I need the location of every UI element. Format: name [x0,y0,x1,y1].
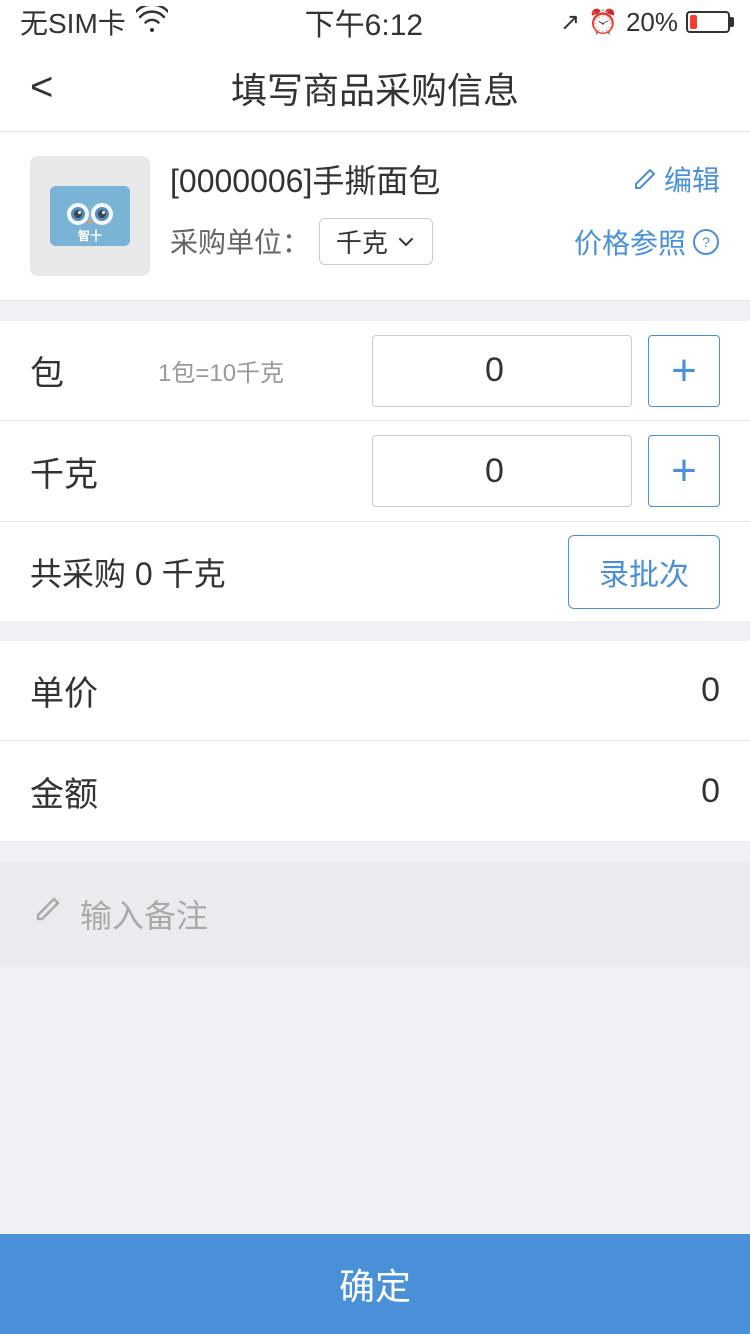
price-ref-link[interactable]: 价格参照 ? [574,222,720,262]
unit-price-value: 0 [701,671,720,710]
bag-plus-icon: + [671,346,697,396]
nav-bar: < 填写商品采购信息 [0,44,750,132]
pencil-icon [30,893,64,936]
bag-input-wrap: + [284,335,720,407]
kg-label: 千克 [30,447,150,496]
notes-section[interactable]: 输入备注 [0,861,750,967]
location-icon: ↗ [560,8,580,37]
carrier-label: 无SIM卡 [20,2,126,42]
unit-value: 千克 [336,223,388,260]
status-time: 下午6:12 [305,0,423,44]
status-right: ↗ ⏰ 20% [560,7,730,38]
back-button[interactable]: < [30,65,53,110]
product-logo: 智十 [50,186,130,246]
bag-input-row: 包 1包=10千克 + [0,321,750,421]
page-title: 填写商品采购信息 [231,62,519,114]
kg-input-row: 千克 + [0,421,750,521]
amount-label: 金额 [30,767,98,816]
total-row: 共采购 0 千克 录批次 [0,521,750,621]
product-name-row: [0000006]手撕面包 编辑 [170,156,720,202]
price-section: 单价 0 金额 0 [0,641,750,841]
notes-placeholder: 输入备注 [80,891,208,937]
unit-row-left: 采购单位： 千克 [170,218,433,265]
batch-button[interactable]: 录批次 [568,535,720,609]
kg-plus-icon: + [671,446,697,496]
product-card: 智十 [0000006]手撕面包 编辑 采购单位： 千克 [0,132,750,301]
battery-tip [730,17,734,27]
kg-input-wrap: + [150,435,720,507]
input-section: 包 1包=10千克 + 千克 + [0,321,750,521]
status-bar: 无SIM卡 下午6:12 ↗ ⏰ 20% [0,0,750,44]
bag-label: 包 [30,346,150,395]
product-info: [0000006]手撕面包 编辑 采购单位： 千克 价格参照 [170,156,720,265]
edit-link[interactable]: 编辑 [632,159,720,199]
battery-percent: 20% [626,7,678,38]
kg-plus-button[interactable]: + [648,435,720,507]
unit-price-label: 单价 [30,666,98,715]
total-text: 共采购 0 千克 [30,549,226,595]
section-divider-2 [0,621,750,641]
kg-input[interactable] [372,435,632,507]
price-ref-label: 价格参照 [574,222,686,262]
confirm-button[interactable]: 确定 [0,1234,750,1334]
svg-text:智十: 智十 [77,228,102,243]
product-image: 智十 [30,156,150,276]
unit-selector[interactable]: 千克 [319,218,433,265]
status-left: 无SIM卡 [20,2,168,42]
bag-input[interactable] [372,335,632,407]
section-divider-3 [0,841,750,861]
edit-label: 编辑 [664,159,720,199]
unit-label: 采购单位： [170,227,310,258]
wifi-icon [136,6,168,39]
total-unit: 千克 [162,556,226,592]
amount-row: 金额 0 [0,741,750,841]
total-label: 共采购 [30,556,126,592]
total-value: 0 [135,556,153,592]
section-divider-1 [0,301,750,321]
alarm-icon: ⏰ [588,8,618,37]
product-name: [0000006]手撕面包 [170,156,440,202]
unit-price-row: 单价 0 [0,641,750,741]
battery-icon [686,11,730,33]
battery-fill [690,15,697,29]
bag-plus-button[interactable]: + [648,335,720,407]
amount-value: 0 [701,772,720,811]
product-unit-row: 采购单位： 千克 价格参照 ? [170,218,720,265]
bag-sub-label: 1包=10千克 [158,353,284,388]
svg-text:?: ? [702,234,710,250]
